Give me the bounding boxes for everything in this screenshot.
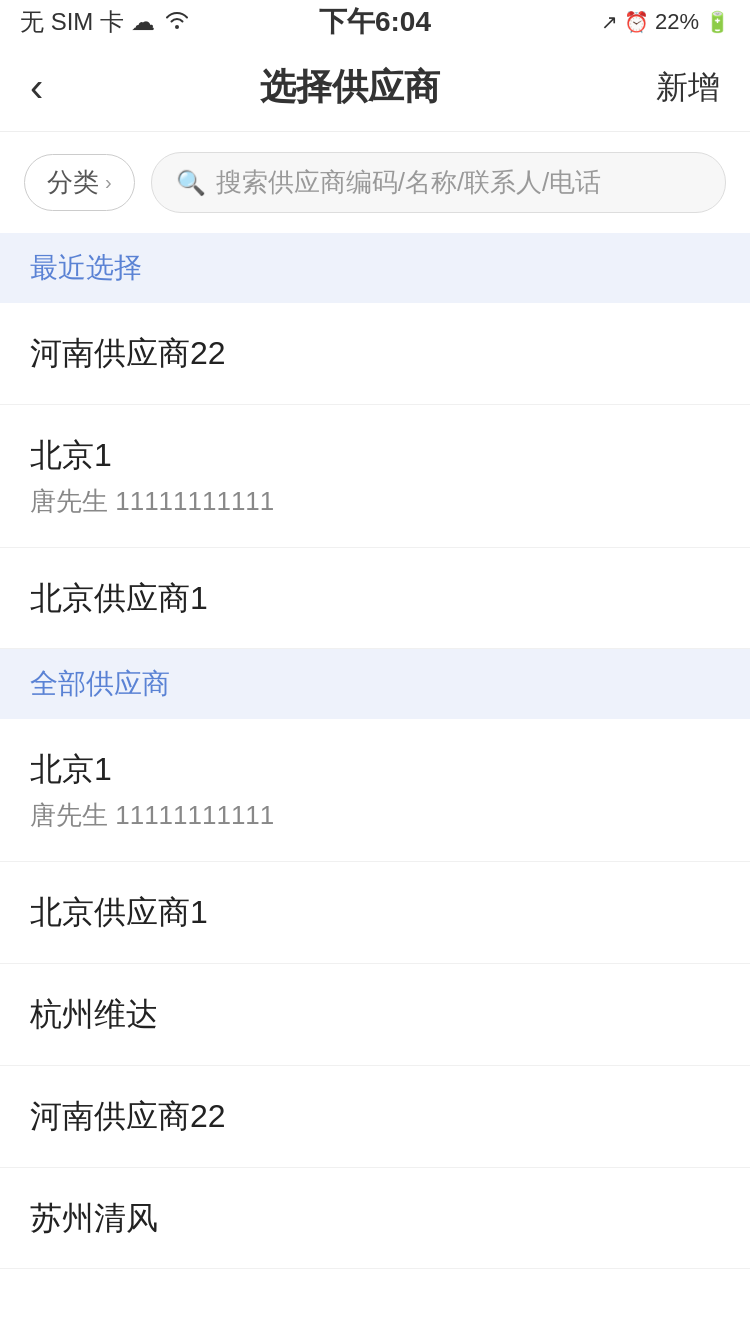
search-placeholder: 搜索供应商编码/名称/联系人/电话 [216,165,602,200]
nav-bar: ‹ 选择供应商 新增 [0,44,750,132]
item-name: 河南供应商22 [30,1094,720,1139]
category-filter-button[interactable]: 分类 › [24,154,135,211]
item-name: 河南供应商22 [30,331,720,376]
item-sub: 唐先生 11111111111 [30,484,720,519]
status-time: 下午6:04 [319,3,431,41]
item-name: 北京供应商1 [30,576,720,621]
list-item[interactable]: 北京供应商1 [0,548,750,650]
all-list: 北京1 唐先生 11111111111 北京供应商1 杭州维达河南供应商22 苏州清风 [0,719,750,1269]
status-bar: 无 SIM 卡 ☁ 下午6:04 ↗ ⏰ 22% 🔋 [0,0,750,44]
page-title: 选择供应商 [260,63,440,112]
item-name: 北京供应商1 [30,890,720,935]
item-sub: 唐先生 11111111111 [30,798,720,833]
item-name: 苏州清风 [30,1196,720,1241]
chevron-right-icon: › [105,171,112,194]
all-section-header: 全部供应商 [0,649,750,719]
list-item[interactable]: 北京1 唐先生 11111111111 [0,719,750,862]
location-icon: ↗ [601,10,618,34]
battery-text: 22% [655,9,699,35]
list-item[interactable]: 河南供应商22 [0,303,750,405]
recent-list: 河南供应商22 北京1 唐先生 11111111111 北京供应商1 [0,303,750,649]
search-icon: 🔍 [176,169,206,197]
list-item[interactable]: 苏州清风 [0,1168,750,1270]
battery-icon: 🔋 [705,10,730,34]
list-item[interactable]: 河南供应商22 [0,1066,750,1168]
list-item[interactable]: 北京供应商1 [0,862,750,964]
alarm-icon: ⏰ [624,10,649,34]
status-right: ↗ ⏰ 22% 🔋 [601,9,730,35]
list-item[interactable]: 北京1 唐先生 11111111111 [0,405,750,548]
add-button[interactable]: 新增 [656,66,720,110]
no-sim-text: 无 SIM 卡 ☁ [20,6,155,38]
item-name: 北京1 [30,433,720,478]
item-name: 杭州维达 [30,992,720,1037]
list-item[interactable]: 杭州维达 [0,964,750,1066]
search-box[interactable]: 🔍 搜索供应商编码/名称/联系人/电话 [151,152,726,213]
wifi-icon [163,8,191,36]
filter-bar: 分类 › 🔍 搜索供应商编码/名称/联系人/电话 [0,132,750,233]
recent-section-header: 最近选择 [0,233,750,303]
category-label: 分类 [47,165,99,200]
back-button[interactable]: ‹ [30,65,43,110]
status-left: 无 SIM 卡 ☁ [20,6,191,38]
item-name: 北京1 [30,747,720,792]
